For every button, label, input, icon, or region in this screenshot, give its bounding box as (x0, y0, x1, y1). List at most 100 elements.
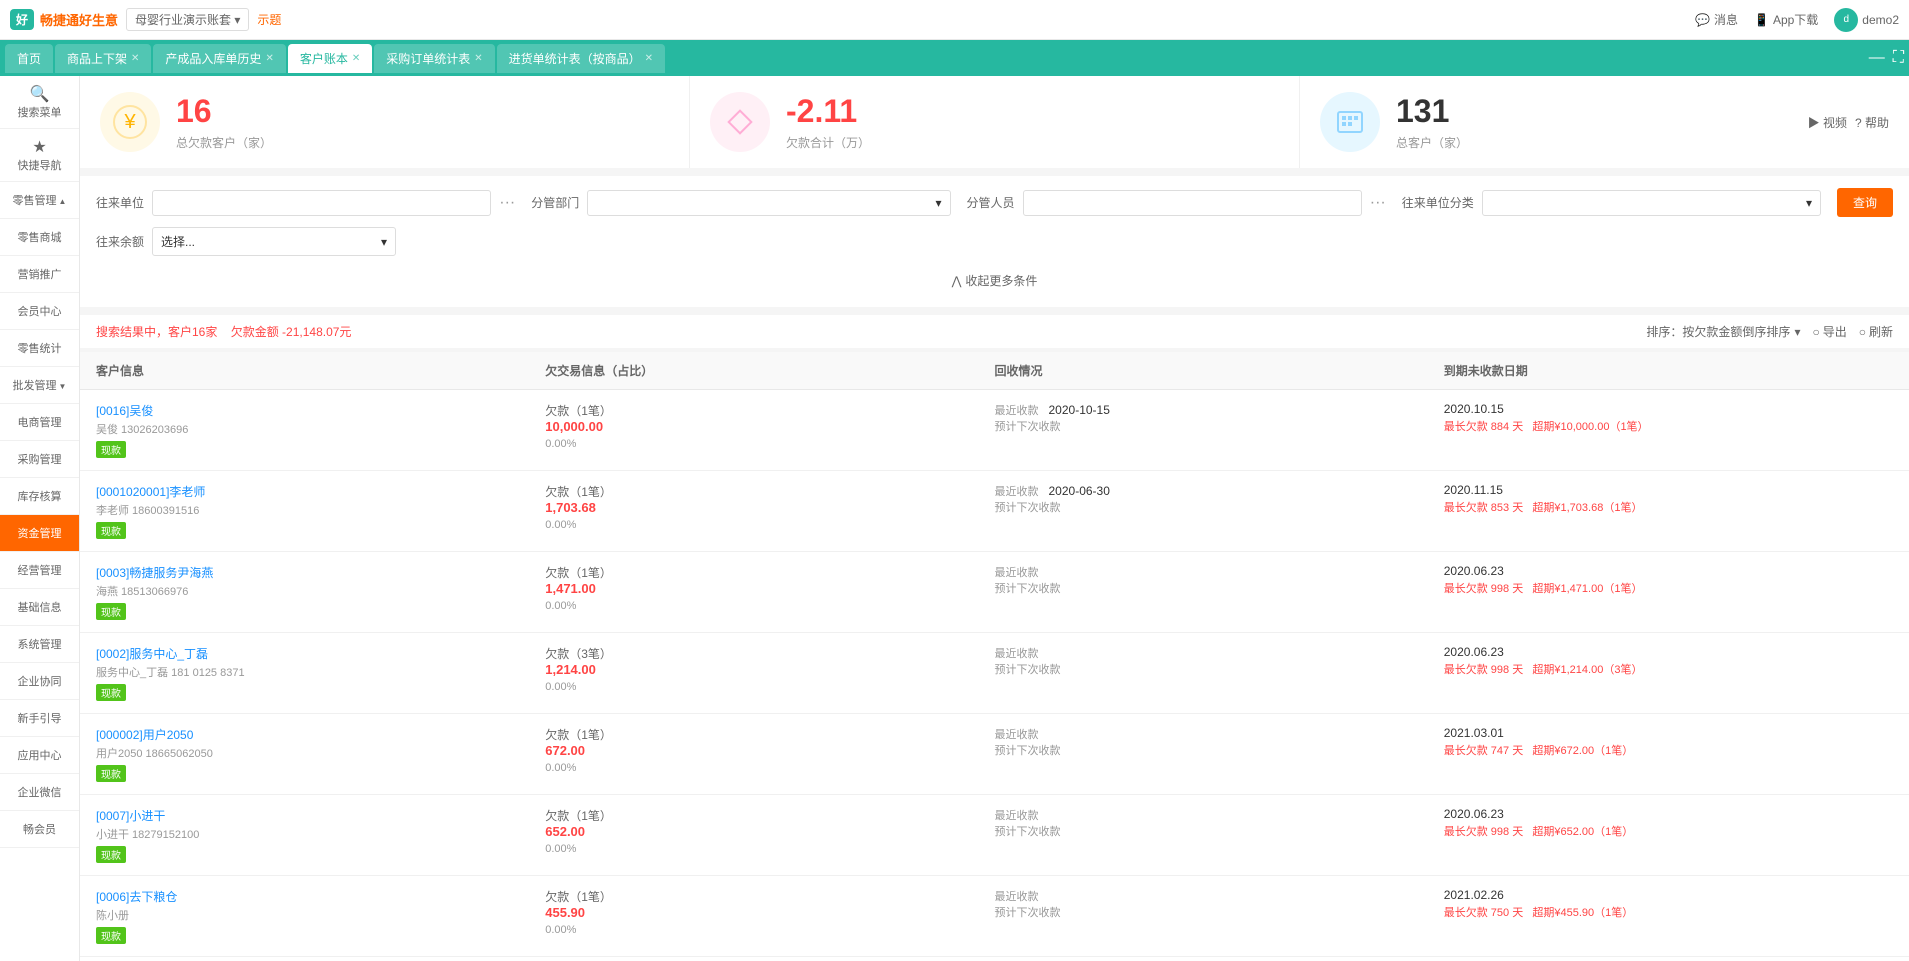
sidebar-item-wholesale-mgmt[interactable]: 批发管理▼ (0, 367, 79, 404)
next-collection-label: 预计下次收款 (995, 580, 1444, 596)
filter-unit-dots[interactable]: ··· (499, 194, 515, 212)
customer-tag: 现款 (96, 846, 126, 863)
overdue-link[interactable]: 超期¥455.90（1笔） (1532, 907, 1633, 919)
sidebar-item-quick-nav[interactable]: ★ 快捷导航 (0, 129, 79, 182)
tab-purchase-stats[interactable]: 采购订单统计表 ✕ (374, 44, 494, 73)
sidebar-item-retail-mgmt[interactable]: 零售管理▲ (0, 182, 79, 219)
message-btn[interactable]: 💬 消息 (1695, 11, 1738, 28)
next-collection-label: 预计下次收款 (995, 904, 1444, 920)
debt-count: 欠款（1笔） (545, 807, 994, 824)
tab-production-history[interactable]: 产成品入库单历史 ✕ (153, 44, 285, 73)
debt-amount[interactable]: 672.00 (545, 743, 994, 758)
customer-name-link[interactable]: [0007]小进干 (96, 807, 545, 824)
filter-unit-input[interactable] (152, 190, 491, 216)
tab-close-icon[interactable]: ✕ (645, 53, 653, 64)
filter-unit-label: 往来单位 (96, 194, 144, 211)
overdue-info: 最长欠款 998 天 超期¥1,471.00（1笔） (1444, 580, 1893, 596)
collapse-btn[interactable]: ⋀ 收起更多条件 (96, 266, 1893, 295)
debt-amount[interactable]: 10,000.00 (545, 419, 994, 434)
tab-minimize-btn[interactable]: — (1869, 49, 1885, 67)
debt-amount[interactable]: 1,703.68 (545, 500, 994, 515)
customer-info-cell: [0006]去下粮仓 陈小册 现款 (96, 888, 545, 944)
filter-person-dots[interactable]: ··· (1370, 194, 1386, 212)
tab-goods-stats[interactable]: 进货单统计表（按商品） ✕ (497, 44, 665, 73)
debt-amount[interactable]: 1,471.00 (545, 581, 994, 596)
sidebar-item-marketing[interactable]: 营销推广 (0, 256, 79, 293)
customer-name-link[interactable]: [0016]吴俊 (96, 402, 545, 419)
results-actions: 排序：按欠款金额倒序排序 ▾ ○ 导出 ○ 刷新 (1646, 323, 1893, 340)
customer-info-cell: [000002]用户2050 用户2050 18665062050 现款 (96, 726, 545, 782)
sidebar-item-ecommerce[interactable]: 电商管理 (0, 404, 79, 441)
customer-name-link[interactable]: [0006]去下粮仓 (96, 888, 545, 905)
col-header-customer: 客户信息 (96, 362, 545, 379)
overdue-link[interactable]: 超期¥672.00（1笔） (1532, 745, 1633, 757)
debt-info-cell: 欠款（1笔） 672.00 0.00% (545, 726, 994, 774)
sidebar-item-retail-shop[interactable]: 零售商城 (0, 219, 79, 256)
export-btn[interactable]: ○ 导出 (1812, 323, 1846, 340)
customer-name-link[interactable]: [0002]服务中心_丁磊 (96, 645, 545, 662)
filter-row-2: 往来余额 选择... ▾ (96, 227, 1893, 256)
sidebar-item-chang-member[interactable]: 畅会员 (0, 811, 79, 848)
filter-person-input[interactable] (1023, 190, 1362, 216)
customer-name-link[interactable]: [000002]用户2050 (96, 726, 545, 743)
debt-amount[interactable]: 1,214.00 (545, 662, 994, 677)
table-row: [0002]服务中心_丁磊 服务中心_丁磊 181 0125 8371 现款 欠… (80, 633, 1909, 714)
debt-count: 欠款（1笔） (545, 483, 994, 500)
help-btn[interactable]: ? 帮助 (1855, 114, 1889, 131)
customer-name-link[interactable]: [0003]畅捷服务尹海燕 (96, 564, 545, 581)
tab-maximize-btn[interactable]: ⛶ (1893, 49, 1904, 67)
debt-amount[interactable]: 652.00 (545, 824, 994, 839)
due-date: 2021.03.01 (1444, 726, 1893, 740)
customer-name-link[interactable]: [0001020001]李老师 (96, 483, 545, 500)
stat-card-total-customers: 131 总客户（家） ▶ 视频 ? 帮助 (1300, 76, 1909, 168)
overdue-link[interactable]: 超期¥10,000.00（1笔） (1532, 421, 1648, 433)
filter-balance-select[interactable]: 选择... ▾ (152, 227, 396, 256)
debt-amount[interactable]: 455.90 (545, 905, 994, 920)
sidebar-item-enterprise-wechat[interactable]: 企业微信 (0, 774, 79, 811)
tab-close-icon[interactable]: ✕ (352, 53, 360, 64)
sidebar-item-member-center[interactable]: 会员中心 (0, 293, 79, 330)
top-bar-right: 💬 消息 📱 App下载 d demo2 (1695, 8, 1899, 32)
sidebar-item-enterprise-collab[interactable]: 企业协同 (0, 663, 79, 700)
export-icon: ○ (1812, 325, 1819, 339)
store-selector[interactable]: 母婴行业演示账套 ▾ (126, 8, 249, 31)
logo-area: 好 畅捷通好生意 (10, 9, 118, 30)
user-menu-btn[interactable]: d demo2 (1834, 8, 1899, 32)
filter-dept-label: 分管部门 (531, 194, 579, 211)
sidebar-item-system-mgmt[interactable]: 系统管理 (0, 626, 79, 663)
filter-category-select[interactable]: ▾ (1482, 190, 1821, 216)
due-date: 2020.06.23 (1444, 564, 1893, 578)
tab-product-shelf[interactable]: 商品上下架 ✕ (55, 44, 151, 73)
sidebar-item-operation-mgmt[interactable]: 经营管理 (0, 552, 79, 589)
overdue-info: 最长欠款 884 天 超期¥10,000.00（1笔） (1444, 418, 1893, 434)
collapse-icon: ⋀ (952, 274, 962, 288)
sidebar-item-finance-mgmt[interactable]: 资金管理 (0, 515, 79, 552)
sidebar-item-retail-stats[interactable]: 零售统计 (0, 330, 79, 367)
tab-close-icon[interactable]: ✕ (474, 53, 482, 64)
filter-category-label: 往来单位分类 (1402, 194, 1474, 211)
overdue-link[interactable]: 超期¥1,214.00（3笔） (1532, 664, 1642, 676)
search-button[interactable]: 查询 (1837, 188, 1893, 217)
col-header-debt: 欠交易信息（占比） (545, 362, 994, 379)
sidebar-item-basic-info[interactable]: 基础信息 (0, 589, 79, 626)
overdue-link[interactable]: 超期¥1,703.68（1笔） (1532, 502, 1642, 514)
sidebar-item-search-menu[interactable]: 🔍 搜索菜单 (0, 76, 79, 129)
tab-customer-account[interactable]: 客户账本 ✕ (288, 44, 372, 73)
sidebar-item-beginner-guide[interactable]: 新手引导 (0, 700, 79, 737)
debt-count: 欠款（1笔） (545, 726, 994, 743)
tab-close-icon[interactable]: ✕ (131, 53, 139, 64)
video-btn[interactable]: ▶ 视频 (1808, 114, 1847, 131)
star-icon: ★ (4, 137, 75, 157)
sidebar-item-purchase-mgmt[interactable]: 采购管理 (0, 441, 79, 478)
tab-close-icon[interactable]: ✕ (265, 53, 273, 64)
sidebar-item-app-center[interactable]: 应用中心 (0, 737, 79, 774)
refresh-btn[interactable]: ○ 刷新 (1859, 323, 1893, 340)
tab-home[interactable]: 首页 (5, 44, 53, 73)
sort-selector[interactable]: 排序：按欠款金额倒序排序 ▾ (1646, 323, 1800, 340)
nav-link[interactable]: 示题 (257, 11, 281, 28)
filter-dept-select[interactable]: ▾ (587, 190, 950, 216)
sidebar-item-inventory[interactable]: 库存核算 (0, 478, 79, 515)
overdue-link[interactable]: 超期¥1,471.00（1笔） (1532, 583, 1642, 595)
overdue-link[interactable]: 超期¥652.00（1笔） (1532, 826, 1633, 838)
app-download-btn[interactable]: 📱 App下载 (1754, 11, 1818, 28)
